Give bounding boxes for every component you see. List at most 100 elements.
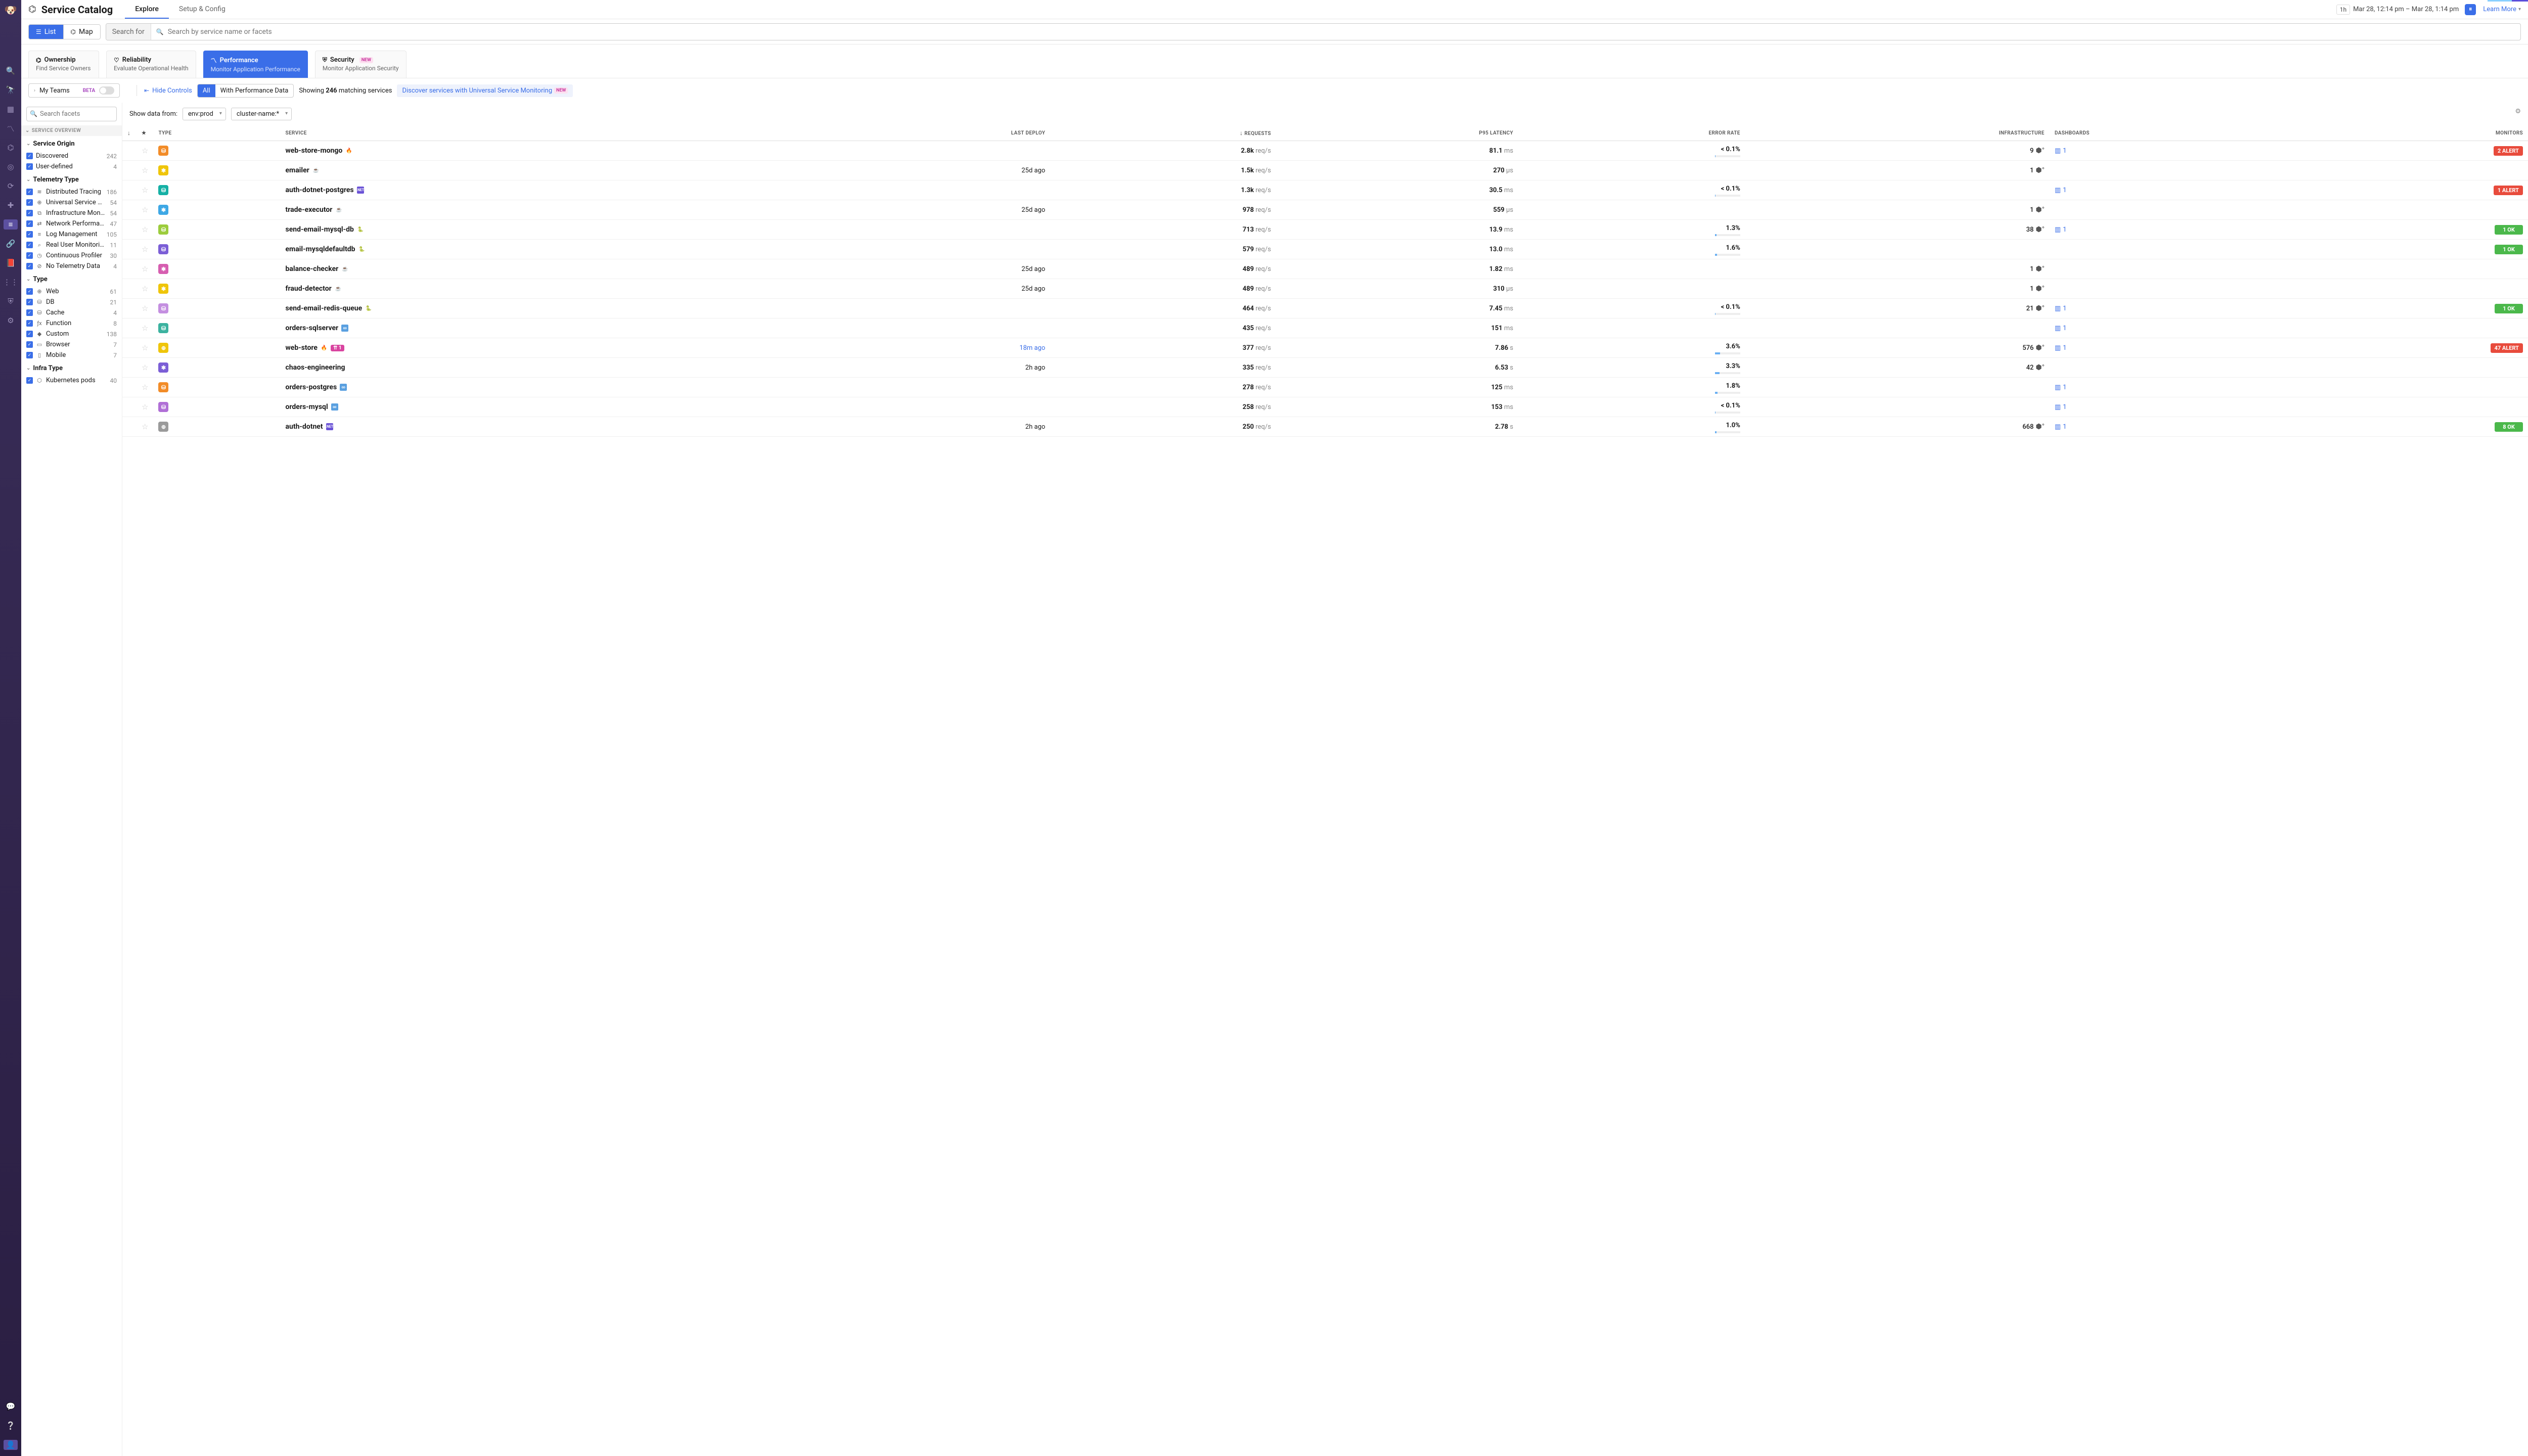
nav-chat-icon[interactable]: 💬 xyxy=(4,1401,18,1412)
star-icon[interactable]: ☆ xyxy=(142,205,148,214)
table-row[interactable]: ☆ ⛁ web-store-mongo🔥 2.8k req/s 81.1 ms … xyxy=(122,141,2528,161)
service-name[interactable]: trade-executor☕ xyxy=(286,206,804,214)
nav-dashboard-icon[interactable]: ▦ xyxy=(4,104,18,114)
star-icon[interactable]: ☆ xyxy=(142,166,148,175)
map-view-button[interactable]: ⌬ Map xyxy=(64,25,100,39)
my-teams-toggle[interactable]: › My Teams BETA xyxy=(28,83,120,98)
table-row[interactable]: ☆ ⛁ orders-mysql∞ 258 req/s 153 ms < 0.1… xyxy=(122,397,2528,417)
lens-security[interactable]: ⛨SecurityNEWMonitor Application Security xyxy=(315,51,407,78)
nav-help-icon[interactable]: ❔ xyxy=(4,1421,18,1431)
lens-reliability[interactable]: ♡ReliabilityEvaluate Operational Health xyxy=(106,51,196,78)
cluster-dropdown[interactable]: cluster-name:* xyxy=(231,108,292,120)
dashboard-link[interactable]: ▥ 1 xyxy=(2055,226,2290,234)
facet-group-service origin[interactable]: ⌄Service Origin xyxy=(26,140,117,148)
list-view-button[interactable]: ☰ List xyxy=(29,25,64,39)
star-icon[interactable]: ☆ xyxy=(142,225,148,234)
nav-ci-icon[interactable]: ⟳ xyxy=(4,181,18,191)
nav-integrations-icon[interactable]: ✚ xyxy=(4,200,18,210)
search-input[interactable] xyxy=(168,28,2515,36)
star-icon[interactable]: ☆ xyxy=(142,324,148,333)
service-name[interactable]: fraud-detector☕ xyxy=(286,285,804,293)
incident-badge[interactable]: ⇈ 1 xyxy=(331,345,344,351)
checkbox-checked-icon[interactable]: ✓ xyxy=(26,288,33,295)
service-name[interactable]: auth-dotnet.NET xyxy=(286,423,804,431)
star-icon[interactable]: ☆ xyxy=(142,304,148,313)
star-icon[interactable]: ☆ xyxy=(142,284,148,293)
facet-item[interactable]: ✓⊕Web61 xyxy=(26,286,117,297)
pause-button[interactable]: ⏸ xyxy=(2465,4,2476,15)
nav-settings-icon[interactable]: ⚙ xyxy=(4,315,18,326)
star-header-icon[interactable]: ★ xyxy=(142,130,146,136)
facet-item[interactable]: ✓▭Browser7 xyxy=(26,339,117,350)
nav-stream-icon[interactable]: ⋮⋮ xyxy=(4,277,18,287)
my-teams-switch[interactable] xyxy=(99,86,114,95)
facet-item[interactable]: ✓⌕Real User Monitori…11 xyxy=(26,240,117,250)
facet-item[interactable]: ✓≋Distributed Tracing186 xyxy=(26,187,117,197)
service-name[interactable]: orders-sqlserver∞ xyxy=(286,324,804,332)
nav-target-icon[interactable]: ◎ xyxy=(4,162,18,172)
dashboard-link[interactable]: ▥ 1 xyxy=(2055,423,2290,431)
checkbox-checked-icon[interactable]: ✓ xyxy=(26,199,33,206)
col-type[interactable]: TYPE xyxy=(153,125,280,141)
table-row[interactable]: ☆ ✱ balance-checker☕ 25d ago 489 req/s 1… xyxy=(122,259,2528,279)
nav-link-icon[interactable]: 🔗 xyxy=(4,239,18,249)
checkbox-checked-icon[interactable]: ✓ xyxy=(26,242,33,248)
table-row[interactable]: ☆ ✱ trade-executor☕ 25d ago 978 req/s 55… xyxy=(122,200,2528,220)
table-row[interactable]: ☆ ⛁ send-email-mysql-db🐍 713 req/s 13.9 … xyxy=(122,220,2528,240)
checkbox-checked-icon[interactable]: ✓ xyxy=(26,331,33,337)
nav-account-icon[interactable]: 👤 xyxy=(4,1440,18,1450)
table-row[interactable]: ☆ ✱ fraud-detector☕ 25d ago 489 req/s 31… xyxy=(122,279,2528,299)
checkbox-checked-icon[interactable]: ✓ xyxy=(26,320,33,327)
nav-catalog-icon[interactable]: ≡ xyxy=(4,219,18,230)
service-name[interactable]: web-store-mongo🔥 xyxy=(286,147,804,155)
pill-all[interactable]: All xyxy=(198,84,215,97)
table-row[interactable]: ☆ ✱ emailer☕ 25d ago 1.5k req/s 270 µs 1… xyxy=(122,161,2528,180)
service-name[interactable]: emailer☕ xyxy=(286,166,804,174)
star-icon[interactable]: ☆ xyxy=(142,402,148,412)
monitor-badge[interactable]: 47 ALERT xyxy=(2491,343,2523,353)
col-p95[interactable]: P95 LATENCY xyxy=(1276,125,1518,141)
facet-item[interactable]: ✓User-defined4 xyxy=(26,161,117,172)
col-monitors[interactable]: MONITORS xyxy=(2295,125,2528,141)
monitor-badge[interactable]: 1 OK xyxy=(2495,304,2523,313)
service-name[interactable]: chaos-engineering xyxy=(286,363,804,372)
checkbox-checked-icon[interactable]: ✓ xyxy=(26,309,33,316)
star-icon[interactable]: ☆ xyxy=(142,186,148,195)
dashboard-link[interactable]: ▥ 1 xyxy=(2055,344,2290,352)
checkbox-checked-icon[interactable]: ✓ xyxy=(26,352,33,358)
table-row[interactable]: ☆ ⛁ orders-postgres∞ 278 req/s 125 ms 1.… xyxy=(122,378,2528,397)
service-name[interactable]: email-mysqldefaultdb🐍 xyxy=(286,245,804,253)
pill-with-perf[interactable]: With Performance Data xyxy=(215,84,294,97)
star-icon[interactable]: ☆ xyxy=(142,422,148,431)
checkbox-checked-icon[interactable]: ✓ xyxy=(26,220,33,227)
nav-security-icon[interactable]: ⛨ xyxy=(4,296,18,306)
time-range-picker[interactable]: 1h Mar 28, 12:14 pm – Mar 28, 1:14 pm ⏸ xyxy=(2336,4,2476,15)
time-preset-1h[interactable]: 1h xyxy=(2336,5,2350,15)
lens-ownership[interactable]: ⌬OwnershipFind Service Owners xyxy=(28,51,99,78)
col-dashboards[interactable]: DASHBOARDS xyxy=(2050,125,2295,141)
dashboard-link[interactable]: ▥ 1 xyxy=(2055,384,2290,391)
checkbox-checked-icon[interactable]: ✓ xyxy=(26,153,33,159)
tab-setup-config[interactable]: Setup & Config xyxy=(169,0,236,19)
checkbox-checked-icon[interactable]: ✓ xyxy=(26,252,33,259)
col-error[interactable]: ERROR RATE xyxy=(1518,125,1745,141)
hide-controls-button[interactable]: ⇤ Hide Controls xyxy=(144,87,192,95)
facet-item[interactable]: ✓⧉Infrastructure Mon…54 xyxy=(26,208,117,218)
service-name[interactable]: balance-checker☕ xyxy=(286,265,804,273)
star-icon[interactable]: ☆ xyxy=(142,363,148,372)
facet-search-input[interactable] xyxy=(26,107,117,121)
facet-item[interactable]: ✓⬡Kubernetes pods40 xyxy=(26,375,117,386)
star-icon[interactable]: ☆ xyxy=(142,146,148,155)
service-name[interactable]: orders-mysql∞ xyxy=(286,403,804,411)
facet-item[interactable]: ✓◷Continuous Profiler30 xyxy=(26,250,117,261)
table-row[interactable]: ☆ ⊕ auth-dotnet.NET 2h ago 250 req/s 2.7… xyxy=(122,417,2528,437)
service-name[interactable]: web-store🔥⇈ 1 xyxy=(286,344,804,352)
checkbox-checked-icon[interactable]: ✓ xyxy=(26,210,33,216)
star-icon[interactable]: ☆ xyxy=(142,264,148,274)
dashboard-link[interactable]: ▥ 1 xyxy=(2055,403,2290,411)
star-icon[interactable]: ☆ xyxy=(142,343,148,352)
tab-explore[interactable]: Explore xyxy=(125,0,169,19)
table-settings-icon[interactable]: ⚙ xyxy=(2515,108,2521,115)
col-infra[interactable]: INFRASTRUCTURE xyxy=(1745,125,2050,141)
facet-item[interactable]: ✓⊕Universal Service …54 xyxy=(26,197,117,208)
